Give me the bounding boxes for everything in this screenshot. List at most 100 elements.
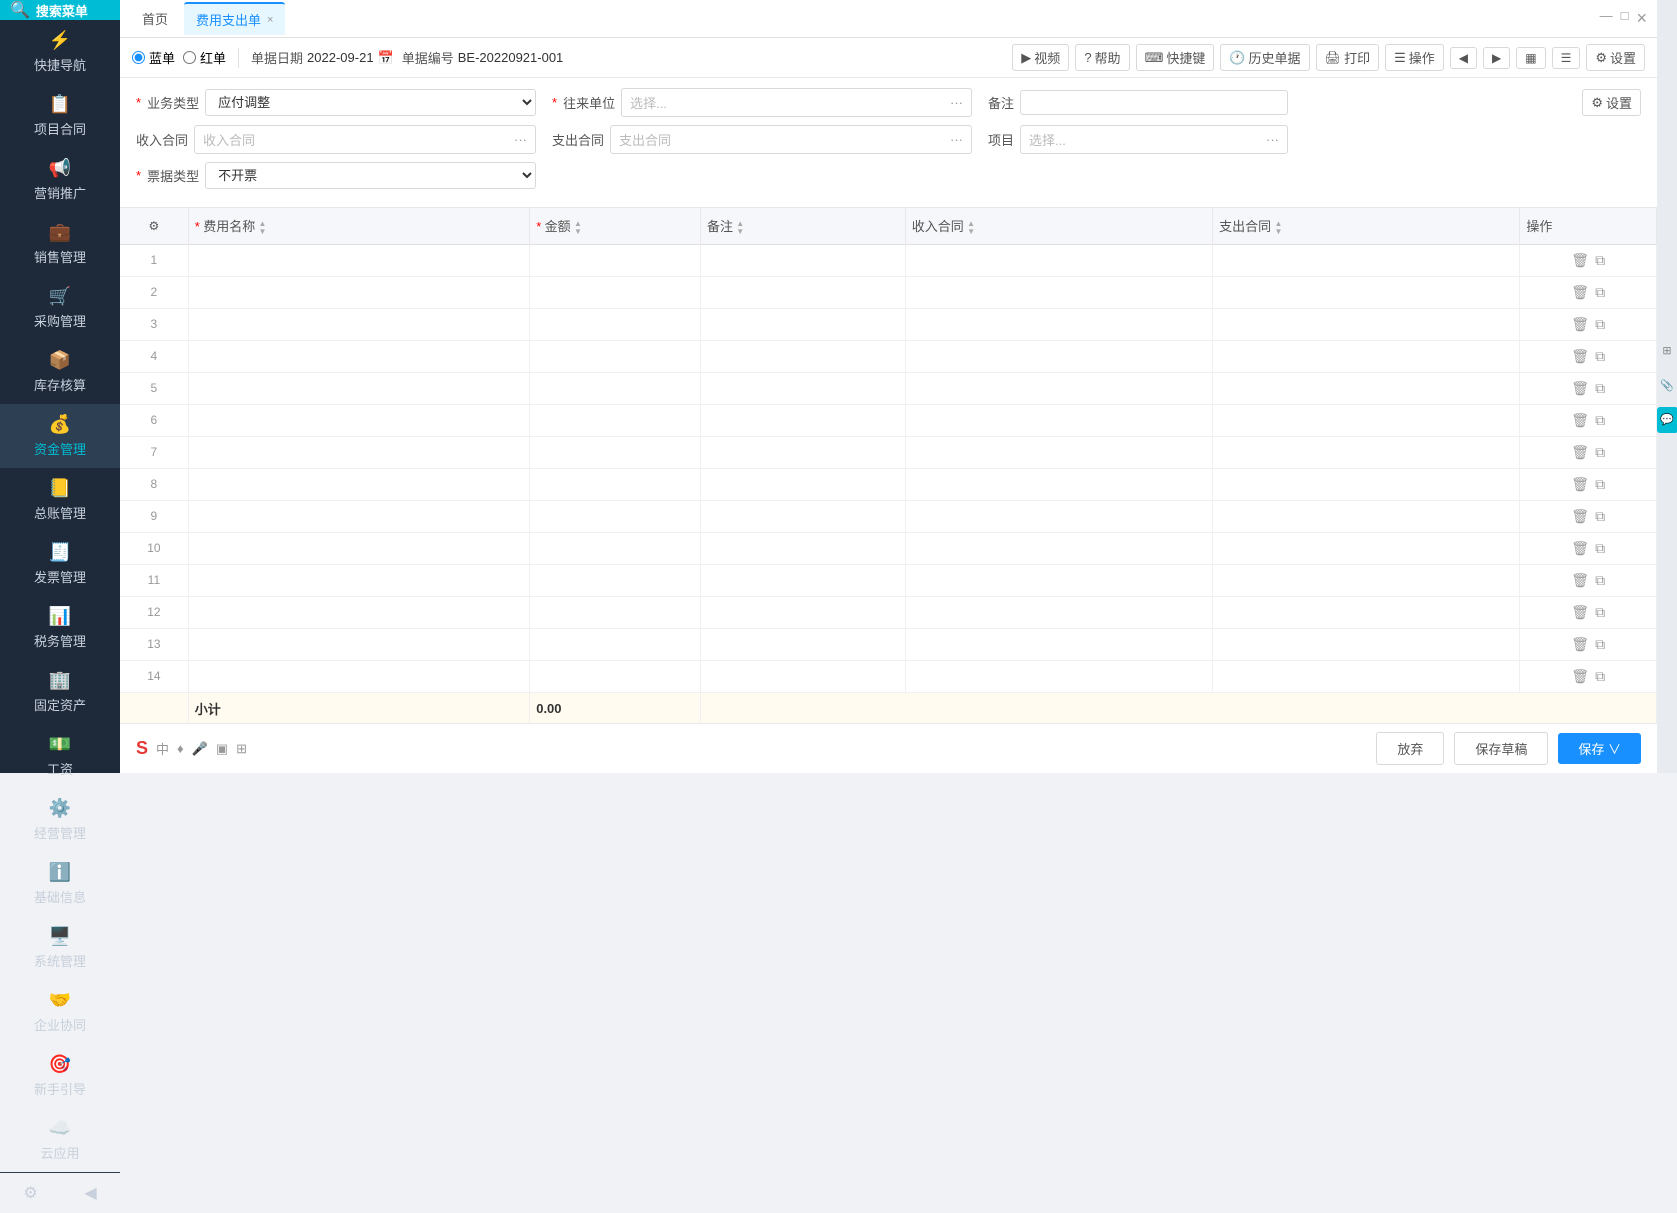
expense-name-sort[interactable]: ▲▼: [259, 220, 267, 236]
save-draft-button[interactable]: 保存草稿: [1454, 732, 1548, 765]
expense-contract-cell-1[interactable]: [1213, 244, 1520, 276]
income-contract-sort[interactable]: ▲▼: [967, 220, 975, 236]
amount-cell-5[interactable]: [530, 372, 701, 404]
amount-cell-3[interactable]: [530, 308, 701, 340]
copy-icon-4[interactable]: ⧉: [1595, 348, 1605, 365]
red-radio-label[interactable]: 红单: [183, 48, 226, 67]
expense-name-cell-2[interactable]: [188, 276, 529, 308]
delete-icon-9[interactable]: 🗑: [1571, 508, 1589, 525]
expense-contract-cell-5[interactable]: [1213, 372, 1520, 404]
expense-name-cell-11[interactable]: [188, 564, 529, 596]
sidebar-item-cloud[interactable]: ☁️ 云应用: [0, 1108, 120, 1172]
copy-icon-3[interactable]: ⧉: [1595, 316, 1605, 333]
expense-name-cell-4[interactable]: [188, 340, 529, 372]
sidebar-item-invoice[interactable]: 🧾 发票管理: [0, 532, 120, 596]
volume-bottom-icon[interactable]: ◀: [84, 1183, 96, 1203]
delete-icon-7[interactable]: 🗑: [1571, 444, 1589, 461]
note-cell-1[interactable]: [700, 244, 905, 276]
expense-contract-cell-9[interactable]: [1213, 500, 1520, 532]
sidebar-item-marketing[interactable]: 📢 营销推广: [0, 148, 120, 212]
copy-icon-8[interactable]: ⧉: [1595, 476, 1605, 493]
shortcut-button[interactable]: ⌨ 快捷键: [1136, 44, 1215, 71]
amount-cell-14[interactable]: [530, 660, 701, 692]
save-button[interactable]: 保存 ∨: [1558, 733, 1641, 764]
copy-icon-14[interactable]: ⧉: [1595, 668, 1605, 685]
gear-col-header[interactable]: ⚙: [120, 208, 188, 244]
expense-name-cell-3[interactable]: [188, 308, 529, 340]
form-settings-button[interactable]: ⚙ 设置: [1582, 89, 1641, 116]
expense-name-cell-13[interactable]: [188, 628, 529, 660]
window-close[interactable]: ×: [1636, 8, 1647, 29]
sidebar-item-ledger[interactable]: 📒 总账管理: [0, 468, 120, 532]
income-contract-cell-1[interactable]: [905, 244, 1212, 276]
right-edge-chat[interactable]: 💬: [1657, 407, 1677, 432]
delete-icon-10[interactable]: 🗑: [1571, 540, 1589, 557]
note-cell-3[interactable]: [700, 308, 905, 340]
business-type-select[interactable]: 应付调整: [205, 89, 536, 116]
delete-icon-6[interactable]: 🗑: [1571, 412, 1589, 429]
sidebar-item-purchase[interactable]: 🛒 采购管理: [0, 276, 120, 340]
expense-name-cell-7[interactable]: [188, 436, 529, 468]
income-contract-cell-7[interactable]: [905, 436, 1212, 468]
project-dots[interactable]: ···: [1266, 132, 1279, 147]
expense-contract-cell-11[interactable]: [1213, 564, 1520, 596]
copy-icon-13[interactable]: ⧉: [1595, 636, 1605, 653]
expense-contract-cell-2[interactable]: [1213, 276, 1520, 308]
delete-icon-5[interactable]: 🗑: [1571, 380, 1589, 397]
income-contract-cell-3[interactable]: [905, 308, 1212, 340]
amount-cell-13[interactable]: [530, 628, 701, 660]
sidebar-item-system[interactable]: 🖥️ 系统管理: [0, 916, 120, 980]
window-maximize[interactable]: □: [1621, 8, 1629, 29]
copy-icon-2[interactable]: ⧉: [1595, 284, 1605, 301]
note-sort[interactable]: ▲▼: [736, 220, 744, 236]
delete-icon-11[interactable]: 🗑: [1571, 572, 1589, 589]
income-contract-wrap[interactable]: 收入合同 ···: [194, 125, 536, 154]
expense-contract-cell-12[interactable]: [1213, 596, 1520, 628]
sidebar-search-label[interactable]: 搜索菜单: [36, 1, 88, 20]
income-contract-cell-14[interactable]: [905, 660, 1212, 692]
sidebar-item-inventory[interactable]: 📦 库存核算: [0, 340, 120, 404]
video-button[interactable]: ▶ 视频: [1012, 44, 1069, 71]
ops-button[interactable]: ☰ 操作: [1385, 44, 1444, 71]
sidebar-item-fixed-assets[interactable]: 🏢 固定资产: [0, 660, 120, 724]
income-contract-cell-12[interactable]: [905, 596, 1212, 628]
note-cell-8[interactable]: [700, 468, 905, 500]
expense-name-cell-10[interactable]: [188, 532, 529, 564]
print-button[interactable]: 🖨 打印: [1316, 44, 1380, 71]
delete-icon-12[interactable]: 🗑: [1571, 604, 1589, 621]
delete-icon-13[interactable]: 🗑: [1571, 636, 1589, 653]
expense-contract-cell-10[interactable]: [1213, 532, 1520, 564]
note-cell-7[interactable]: [700, 436, 905, 468]
expense-name-cell-9[interactable]: [188, 500, 529, 532]
income-contract-cell-5[interactable]: [905, 372, 1212, 404]
layout-btn2[interactable]: ☰: [1552, 47, 1581, 69]
sidebar-item-capital[interactable]: 💰 资金管理: [0, 404, 120, 468]
expense-name-cell-12[interactable]: [188, 596, 529, 628]
sidebar-item-basic-info[interactable]: ℹ️ 基础信息: [0, 852, 120, 916]
expense-contract-cell-6[interactable]: [1213, 404, 1520, 436]
copy-icon-12[interactable]: ⧉: [1595, 604, 1605, 621]
expense-name-cell-5[interactable]: [188, 372, 529, 404]
project-wrap[interactable]: 选择... ···: [1020, 125, 1288, 154]
tab-expense-close[interactable]: ×: [267, 14, 273, 26]
delete-icon-4[interactable]: 🗑: [1571, 348, 1589, 365]
note-cell-6[interactable]: [700, 404, 905, 436]
amount-cell-8[interactable]: [530, 468, 701, 500]
copy-icon-11[interactable]: ⧉: [1595, 572, 1605, 589]
calendar-icon[interactable]: 📅: [378, 50, 394, 66]
amount-cell-4[interactable]: [530, 340, 701, 372]
sidebar-item-sales[interactable]: 💼 销售管理: [0, 212, 120, 276]
history-button[interactable]: 🕐 历史单据: [1220, 44, 1309, 71]
delete-icon-8[interactable]: 🗑: [1571, 476, 1589, 493]
amount-cell-2[interactable]: [530, 276, 701, 308]
income-contract-cell-9[interactable]: [905, 500, 1212, 532]
sidebar-item-ops[interactable]: ⚙️ 经营管理: [0, 788, 120, 852]
discard-button[interactable]: 放弃: [1376, 732, 1444, 765]
copy-icon-9[interactable]: ⧉: [1595, 508, 1605, 525]
expense-contract-cell-4[interactable]: [1213, 340, 1520, 372]
expense-contract-sort[interactable]: ▲▼: [1274, 220, 1282, 236]
note-cell-10[interactable]: [700, 532, 905, 564]
delete-icon-3[interactable]: 🗑: [1571, 316, 1589, 333]
payee-input-wrap[interactable]: 选择... ···: [621, 88, 972, 117]
expense-contract-dots[interactable]: ···: [950, 132, 963, 147]
